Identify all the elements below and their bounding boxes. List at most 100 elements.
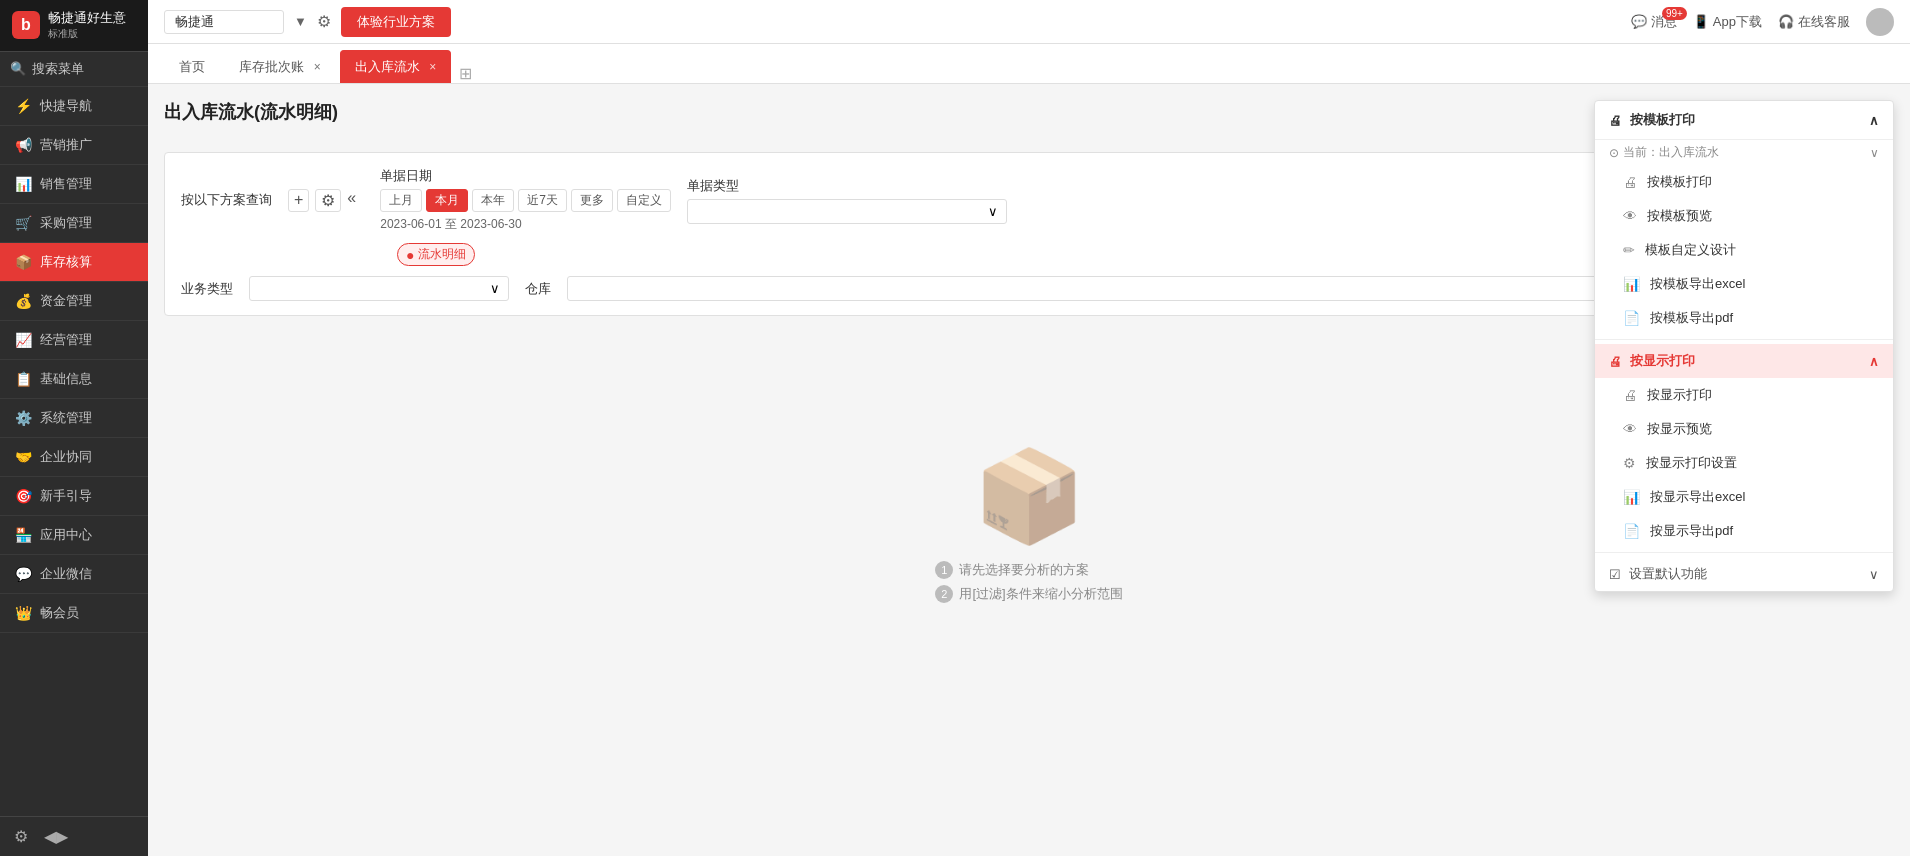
breadcrumb-arrow-icon: ▼ xyxy=(294,14,307,29)
dropdown-item-display-export-excel[interactable]: 📊 按显示导出excel xyxy=(1595,480,1893,514)
sidebar-item-quick-nav[interactable]: ⚡ 快捷导航 xyxy=(0,87,148,126)
business-type-label: 业务类型 xyxy=(181,280,233,298)
sidebar-item-app-center[interactable]: 🏪 应用中心 xyxy=(0,516,148,555)
tab-flow[interactable]: 出入库流水 × xyxy=(340,50,452,83)
tab-batch-account-label: 库存批次账 xyxy=(239,59,304,74)
message-badge[interactable]: 💬 消息 99+ xyxy=(1631,13,1677,31)
marketing-icon: 📢 xyxy=(14,136,32,154)
sidebar-search[interactable]: 🔍 搜索菜单 xyxy=(0,52,148,87)
sidebar-item-wechat[interactable]: 💬 企业微信 xyxy=(0,555,148,594)
display-print-settings-icon: ⚙ xyxy=(1623,455,1636,471)
excel-icon: 📊 xyxy=(1623,276,1640,292)
sidebar-bottom: ⚙ ◀▶ xyxy=(0,816,148,856)
header-gear-icon[interactable]: ⚙ xyxy=(317,12,331,31)
settings-icon[interactable]: ⚙ xyxy=(14,827,28,846)
sidebar-item-finance[interactable]: 💰 资金管理 xyxy=(0,282,148,321)
display-printer-icon: 🖨 xyxy=(1623,387,1637,403)
message-icon: 💬 xyxy=(1631,14,1647,29)
sidebar-item-guide[interactable]: 🎯 新手引导 xyxy=(0,477,148,516)
page-title: 出入库流水(流水明细) xyxy=(164,100,338,124)
sidebar-item-purchase[interactable]: 🛒 采购管理 xyxy=(0,204,148,243)
app-center-icon: 🏪 xyxy=(14,526,32,544)
logo-title: 畅捷通好生意 xyxy=(48,10,126,27)
template-export-pdf-label: 按模板导出pdf xyxy=(1650,309,1733,327)
tab-expand-icon[interactable]: ⊞ xyxy=(459,64,472,83)
hint-num-2: 2 xyxy=(935,585,953,603)
display-section-collapse-icon[interactable]: ∧ xyxy=(1869,354,1879,369)
filter-collapse-icon[interactable]: « xyxy=(347,189,356,212)
display-print-label: 按显示打印 xyxy=(1647,386,1712,404)
tab-home-label: 首页 xyxy=(179,59,205,74)
warehouse-input[interactable]: ··· xyxy=(567,276,1769,301)
tab-batch-account-close-icon[interactable]: × xyxy=(314,60,321,74)
dropdown-item-template-print[interactable]: 🖨 按模板打印 xyxy=(1595,165,1893,199)
sidebar-item-label: 经营管理 xyxy=(40,331,92,349)
current-text: 当前：出入库流水 xyxy=(1623,144,1719,161)
default-func-icon: ☑ xyxy=(1609,567,1621,582)
dropdown-item-display-export-pdf[interactable]: 📄 按显示导出pdf xyxy=(1595,514,1893,548)
dropdown-item-display-preview[interactable]: 👁 按显示预览 xyxy=(1595,412,1893,446)
business-expand-icon: ∨ xyxy=(490,281,500,296)
sidebar-item-membership[interactable]: 👑 畅会员 xyxy=(0,594,148,633)
logo-icon: b xyxy=(12,11,40,39)
voucher-type-section: 单据类型 ∨ xyxy=(687,177,1007,224)
default-func-label: 设置默认功能 xyxy=(1629,565,1707,583)
operations-icon: 📈 xyxy=(14,331,32,349)
date-btn-7days[interactable]: 近7天 xyxy=(518,189,567,212)
printer-icon: 🖨 xyxy=(1623,174,1637,190)
sidebar-item-marketing[interactable]: 📢 营销推广 xyxy=(0,126,148,165)
online-service-link[interactable]: 🎧 在线客服 xyxy=(1778,13,1850,31)
app-download-link[interactable]: 📱 App下载 xyxy=(1693,13,1762,31)
inventory-icon: 📦 xyxy=(14,253,32,271)
sidebar-item-cooperation[interactable]: 🤝 企业协同 xyxy=(0,438,148,477)
display-export-excel-label: 按显示导出excel xyxy=(1650,488,1745,506)
flow-detail-chip[interactable]: ● 流水明细 xyxy=(397,243,475,266)
current-icon: ⊙ xyxy=(1609,146,1619,160)
display-print-section-header[interactable]: 🖨 按显示打印 ∧ xyxy=(1595,344,1893,378)
dropdown-item-template-customize[interactable]: ✏ 模板自定义设计 xyxy=(1595,233,1893,267)
tab-home[interactable]: 首页 xyxy=(164,50,220,83)
collapse-sidebar-icon[interactable]: ◀▶ xyxy=(44,827,68,846)
header: 畅捷通 ▼ ⚙ 体验行业方案 💬 消息 99+ 📱 App下载 🎧 在线客服 xyxy=(148,0,1910,44)
dropdown-item-template-export-excel[interactable]: 📊 按模板导出excel xyxy=(1595,267,1893,301)
tab-batch-account[interactable]: 库存批次账 × xyxy=(224,50,336,83)
sidebar-item-label: 快捷导航 xyxy=(40,97,92,115)
date-btn-more[interactable]: 更多 xyxy=(571,189,613,212)
filter-settings-icon[interactable]: ⚙ xyxy=(315,189,341,212)
sidebar-item-basic[interactable]: 📋 基础信息 xyxy=(0,360,148,399)
business-type-input[interactable]: ∨ xyxy=(249,276,509,301)
tab-flow-label: 出入库流水 xyxy=(355,59,420,74)
date-btn-custom[interactable]: 自定义 xyxy=(617,189,671,212)
dropdown-item-display-print-settings[interactable]: ⚙ 按显示打印设置 xyxy=(1595,446,1893,480)
voucher-type-input[interactable]: ∨ xyxy=(687,199,1007,224)
main-area: 畅捷通 ▼ ⚙ 体验行业方案 💬 消息 99+ 📱 App下载 🎧 在线客服 xyxy=(148,0,1910,856)
warehouse-label: 仓库 xyxy=(525,280,551,298)
display-excel-icon: 📊 xyxy=(1623,489,1640,505)
avatar[interactable] xyxy=(1866,8,1894,36)
dropdown-item-display-print[interactable]: 🖨 按显示打印 xyxy=(1595,378,1893,412)
dropdown-item-template-export-pdf[interactable]: 📄 按模板导出pdf xyxy=(1595,301,1893,335)
date-btn-this-month[interactable]: 本月 xyxy=(426,189,468,212)
default-func-expand-icon: ∨ xyxy=(1869,567,1879,582)
sidebar-item-sales[interactable]: 📊 销售管理 xyxy=(0,165,148,204)
dropdown-title: 按模板打印 xyxy=(1630,111,1695,129)
sidebar-item-operations[interactable]: 📈 经营管理 xyxy=(0,321,148,360)
sidebar-item-inventory[interactable]: 📦 库存核算 xyxy=(0,243,148,282)
sidebar-item-label: 营销推广 xyxy=(40,136,92,154)
hint-item-1: 1 请先选择要分析的方案 xyxy=(935,561,1122,579)
tab-flow-close-icon[interactable]: × xyxy=(429,60,436,74)
dropdown-divider xyxy=(1595,339,1893,340)
default-func-section[interactable]: ☑ 设置默认功能 ∨ xyxy=(1595,557,1893,591)
quick-nav-icon: ⚡ xyxy=(14,97,32,115)
trial-button[interactable]: 体验行业方案 xyxy=(341,7,451,37)
sidebar-item-system[interactable]: ⚙️ 系统管理 xyxy=(0,399,148,438)
dropdown-expand-arrow-icon[interactable]: ∧ xyxy=(1869,113,1879,128)
sidebar-item-label: 系统管理 xyxy=(40,409,92,427)
filter-add-button[interactable]: + xyxy=(288,189,309,212)
header-left: 畅捷通 ▼ ⚙ 体验行业方案 xyxy=(164,7,451,37)
dropdown-item-template-preview[interactable]: 👁 按模板预览 xyxy=(1595,199,1893,233)
date-btn-last-month[interactable]: 上月 xyxy=(380,189,422,212)
app-icon: 📱 xyxy=(1693,14,1709,29)
date-btn-this-year[interactable]: 本年 xyxy=(472,189,514,212)
page-content: 出入库流水(流水明细) 🖨 按模板打印 ∧ ⬆ 导出 ↻ 刷新 xyxy=(148,84,1910,856)
